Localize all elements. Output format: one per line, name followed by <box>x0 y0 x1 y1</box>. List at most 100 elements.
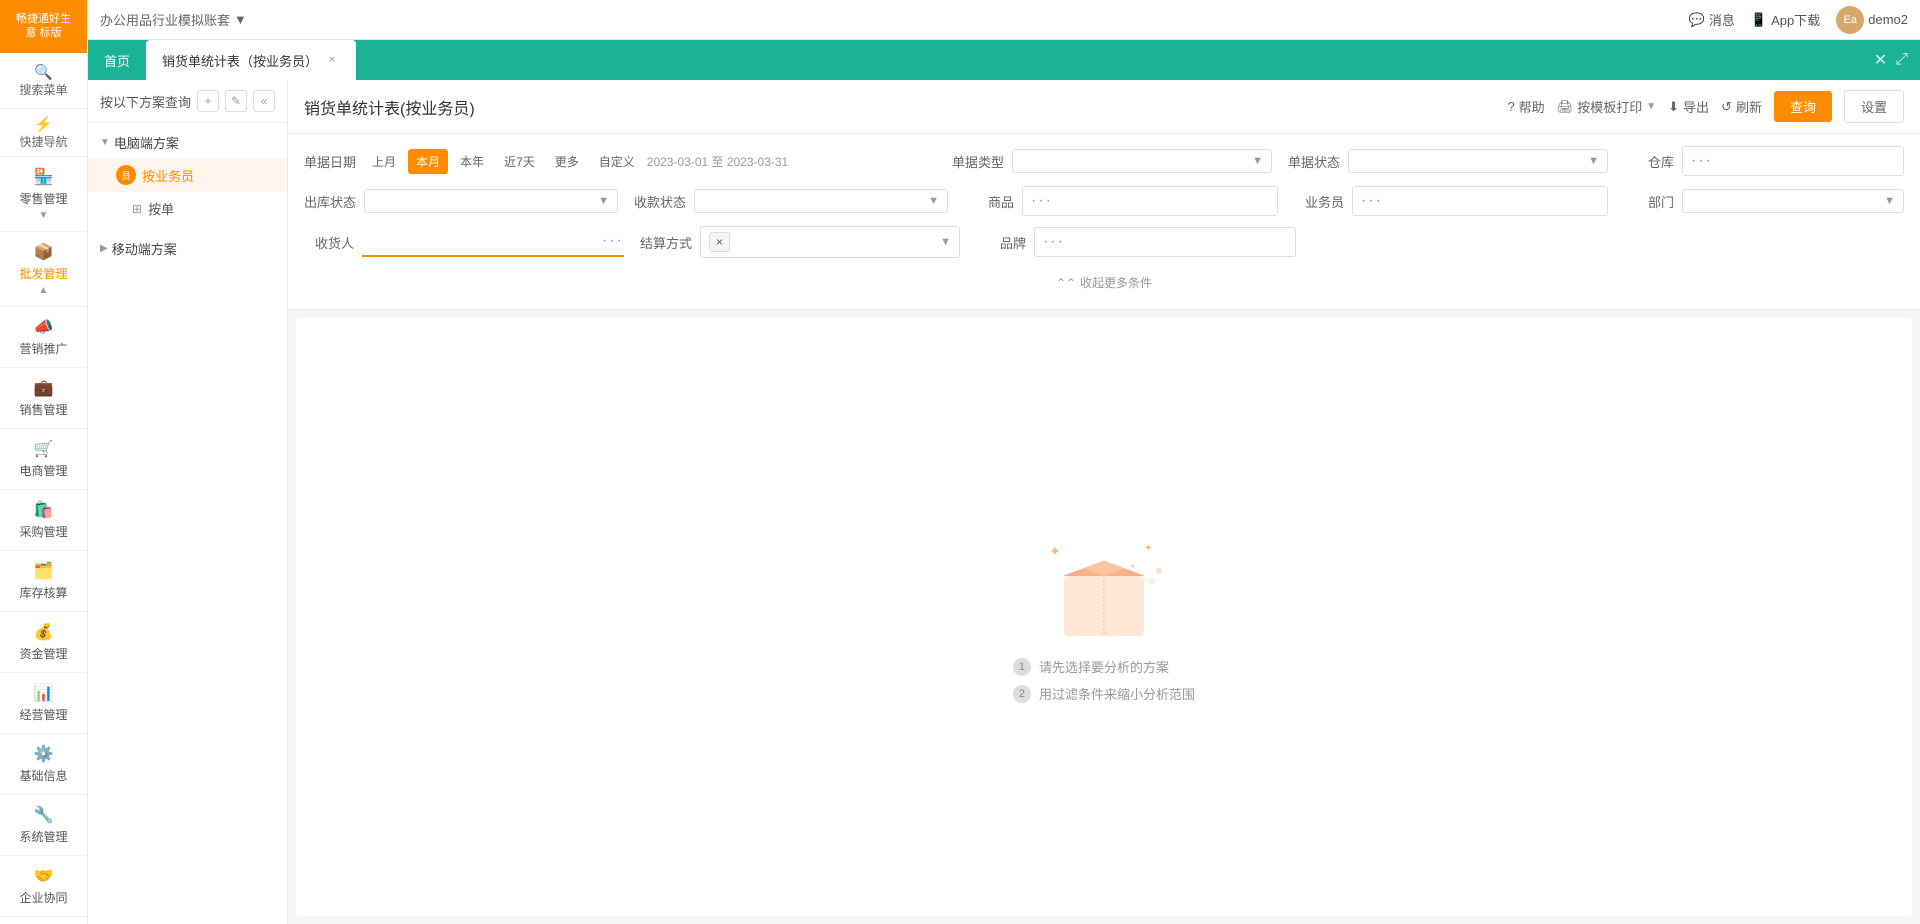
wholesale-arrow: ▲ <box>39 285 49 296</box>
left-panel-header: 按以下方案查询 + ✎ « <box>88 80 287 123</box>
goods-select[interactable]: ··· <box>1022 186 1278 216</box>
date-btn-this-month[interactable]: 本月 <box>408 149 448 174</box>
edit-scheme-btn[interactable]: ✎ <box>225 90 247 112</box>
query-btn-label: 查询 <box>1790 100 1816 115</box>
shipment-label: 出库状态 <box>304 192 356 211</box>
payment-select[interactable]: ▼ <box>694 189 948 213</box>
filter-shipment: 出库状态 ▼ <box>304 189 618 213</box>
export-btn[interactable]: ⬇ 导出 <box>1668 97 1709 116</box>
filter-settlement: 结算方式 × ▼ <box>640 226 960 258</box>
sidebar-search[interactable]: 🔍 搜索菜单 <box>0 53 87 109</box>
sidebar-item-wholesale[interactable]: 📦 批发管理 ▲ <box>0 232 87 307</box>
sidebar-item-inventory[interactable]: 🗂️ 库存核算 <box>0 551 87 612</box>
sidebar-item-retail[interactable]: 🏪 零售管理 ▼ <box>0 157 87 232</box>
message-btn[interactable]: 💬 消息 <box>1689 10 1735 29</box>
tab-home[interactable]: 首页 <box>88 40 146 80</box>
consignee-input[interactable]: ··· <box>362 227 624 257</box>
help-btn[interactable]: ? 帮助 <box>1507 97 1544 116</box>
date-btn-more[interactable]: 更多 <box>547 149 587 174</box>
department-select[interactable]: ▼ <box>1682 189 1904 213</box>
date-btn-custom[interactable]: 自定义 <box>591 149 643 174</box>
app-download-icon: 📱 <box>1751 12 1767 28</box>
settings-btn[interactable]: 设置 <box>1844 90 1904 123</box>
doc-type-label: 单据类型 <box>952 152 1004 171</box>
finance-icon: 💰 <box>34 622 54 642</box>
date-btn-7days[interactable]: 近7天 <box>496 149 543 174</box>
sidebar-item-purchase[interactable]: 🛍️ 采购管理 <box>0 490 87 551</box>
sidebar-item-newbie[interactable]: 🎓 新手引导 <box>0 917 87 924</box>
page-actions: ? 帮助 🖨 按模板打印 ▼ ⬇ 导出 ↺ 刷新 <box>1507 90 1904 123</box>
retail-label: 零售管理 <box>19 190 67 207</box>
app-download-btn[interactable]: 📱 App下载 <box>1751 10 1820 29</box>
settlement-select[interactable]: × ▼ <box>700 226 960 258</box>
finance-label: 资金管理 <box>19 645 67 662</box>
basic-icon: ⚙️ <box>34 744 54 764</box>
print-label: 按模板打印 <box>1577 97 1642 116</box>
doc-type-control: ▼ <box>1012 149 1272 173</box>
date-btn-last-month[interactable]: 上月 <box>364 149 404 174</box>
refresh-label: 刷新 <box>1736 97 1762 116</box>
filter-warehouse: 仓库 ··· <box>1624 146 1904 176</box>
desktop-group-label: 电脑端方案 <box>114 133 179 152</box>
user-menu[interactable]: Ea demo2 <box>1836 6 1908 34</box>
settlement-arrow: ▼ <box>940 236 951 248</box>
scheme-item-by-order[interactable]: ⊞ 按单 <box>88 192 287 225</box>
sidebar-item-operations[interactable]: 📊 经营管理 <box>0 673 87 734</box>
main-area: 办公用品行业模拟账套 ▼ 💬 消息 📱 App下载 Ea demo2 首页 <box>88 0 1920 924</box>
salesperson-control: ··· <box>1352 186 1608 216</box>
doc-status-select[interactable]: ▼ <box>1348 149 1608 173</box>
settlement-tag-close[interactable]: × <box>716 235 723 249</box>
sidebar-item-ecommerce[interactable]: 🛒 电商管理 <box>0 429 87 490</box>
print-btn[interactable]: 🖨 按模板打印 ▼ <box>1557 97 1656 116</box>
mobile-group-header[interactable]: ▶ 移动端方案 <box>88 233 287 264</box>
sidebar-item-marketing[interactable]: 📣 营销推广 <box>0 307 87 368</box>
print-dropdown-arrow[interactable]: ▼ <box>1646 101 1656 112</box>
sidebar: 畅捷通好生意 标版 🔍 搜索菜单 ⚡ 快捷导航 🏪 零售管理 ▼ 📦 批发管理 … <box>0 0 88 924</box>
payment-control: ▼ <box>694 189 948 213</box>
marketing-icon: 📣 <box>34 317 54 337</box>
empty-svg-icon: ✦ ✦ ✦ <box>1044 531 1164 641</box>
collapse-panel-btn[interactable]: « <box>253 90 275 112</box>
tab-maximize-btn[interactable]: ⤢ <box>1895 51 1908 69</box>
sidebar-item-enterprise[interactable]: 🤝 企业协同 <box>0 856 87 917</box>
empty-state: ✦ ✦ ✦ 1 请先选择要分析的方案 <box>1013 531 1195 703</box>
add-scheme-btn[interactable]: + <box>197 90 219 112</box>
sidebar-quick-nav[interactable]: ⚡ 快捷导航 <box>0 109 87 157</box>
doc-type-select[interactable]: ▼ <box>1012 149 1272 173</box>
tab-sales-stats[interactable]: 销货单统计表（按业务员） × <box>146 40 356 80</box>
tab-close-window-btn[interactable]: ✕ <box>1874 50 1887 70</box>
warehouse-label: 仓库 <box>1624 152 1674 171</box>
goods-dots: ··· <box>1031 192 1053 210</box>
warehouse-select[interactable]: ··· <box>1682 146 1904 176</box>
company-name: 办公用品行业模拟账套 <box>100 10 230 29</box>
tab-close-btn[interactable]: × <box>324 52 340 68</box>
sidebar-quick-nav-label: 快捷导航 <box>4 133 83 150</box>
filter-payment: 收款状态 ▼ <box>634 189 948 213</box>
scheme-item-by-salesperson[interactable]: 员 按业务员 <box>88 158 287 192</box>
date-range-display: 2023-03-01 至 2023-03-31 <box>647 153 788 170</box>
refresh-btn[interactable]: ↺ 刷新 <box>1721 97 1762 116</box>
filter-row-3: 收货人 ··· 结算方式 <box>304 226 1904 258</box>
user-avatar: Ea <box>1836 6 1864 34</box>
date-btn-this-year[interactable]: 本年 <box>452 149 492 174</box>
settings-btn-label: 设置 <box>1861 100 1887 115</box>
query-btn[interactable]: 查询 <box>1774 91 1832 122</box>
scheme-group-desktop: ▼ 电脑端方案 员 按业务员 ⊞ 按单 <box>88 123 287 229</box>
company-selector[interactable]: 办公用品行业模拟账套 ▼ <box>100 10 247 29</box>
department-arrow: ▼ <box>1884 195 1895 207</box>
sidebar-item-finance[interactable]: 💰 资金管理 <box>0 612 87 673</box>
mobile-group-arrow: ▶ <box>100 243 108 254</box>
logo-text: 畅捷通好生意 标版 <box>12 12 75 41</box>
collapse-btn[interactable]: ⌃⌃ 收起更多条件 <box>304 268 1904 297</box>
salesperson-label: 业务员 <box>1294 192 1344 211</box>
sidebar-item-basic[interactable]: ⚙️ 基础信息 <box>0 734 87 795</box>
scheme-group-desktop-header[interactable]: ▼ 电脑端方案 <box>88 127 287 158</box>
wholesale-icon: 📦 <box>34 242 54 262</box>
sidebar-item-system[interactable]: 🔧 系统管理 <box>0 795 87 856</box>
salesperson-select[interactable]: ··· <box>1352 186 1608 216</box>
shipment-select[interactable]: ▼ <box>364 189 618 213</box>
left-panel: 按以下方案查询 + ✎ « ▼ 电脑端方案 <box>88 80 288 924</box>
app-logo[interactable]: 畅捷通好生意 标版 <box>0 0 87 53</box>
brand-select[interactable]: ··· <box>1034 227 1296 257</box>
sidebar-item-sales[interactable]: 💼 销售管理 <box>0 368 87 429</box>
